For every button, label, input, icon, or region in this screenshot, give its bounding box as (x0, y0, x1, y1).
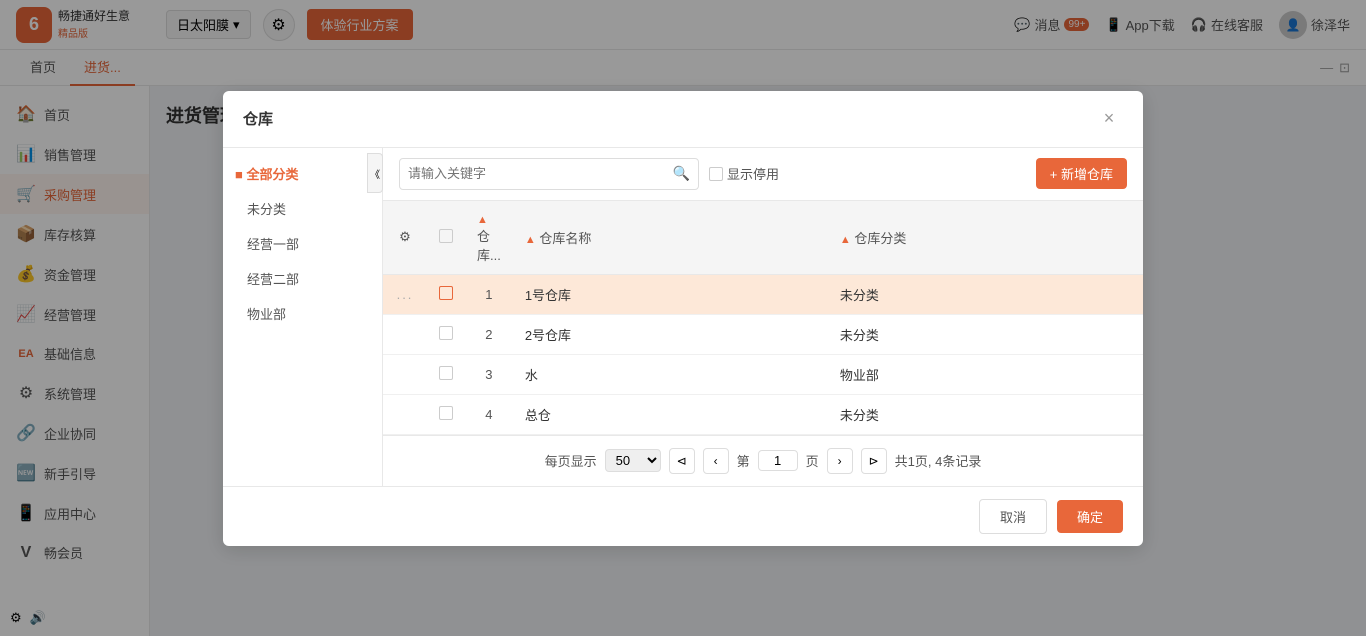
modal-overlay: 仓库 × ■ 全部分类 《 未分类 经营一部 经营二部 物业部 (0, 0, 1366, 636)
row-checkbox[interactable] (439, 326, 453, 340)
search-input[interactable] (408, 166, 673, 181)
table-row[interactable]: ... 1 1号仓库 未分类 (383, 274, 1143, 314)
data-table: ⚙ ▲ 仓库... ▲ 仓库名称 (383, 201, 1143, 435)
category-property[interactable]: 物业部 (223, 296, 382, 331)
row-checkbox[interactable] (439, 366, 453, 380)
category-unclassified[interactable]: 未分类 (223, 191, 382, 226)
row-category: 物业部 (828, 354, 1143, 394)
row-checkbox[interactable] (439, 286, 453, 300)
category-panel-inner: ■ 全部分类 《 (223, 156, 382, 191)
row-gear (383, 354, 427, 394)
modal-title: 仓库 (243, 108, 273, 129)
show-disabled-checkbox[interactable] (709, 167, 723, 181)
col-name: ▲ 仓库名称 (513, 201, 828, 275)
row-num: 2 (465, 314, 513, 354)
table-row[interactable]: 2 2号仓库 未分类 (383, 314, 1143, 354)
col-check (427, 201, 465, 275)
prev-page-button[interactable]: ‹ (703, 448, 729, 474)
row-checkbox-cell (427, 314, 465, 354)
table-body: ... 1 1号仓库 未分类 2 2号仓库 未分类 3 水 物业部 (383, 274, 1143, 434)
new-warehouse-button[interactable]: + 新增仓库 (1036, 158, 1127, 189)
col-gear: ⚙ (383, 201, 427, 275)
sort-icon-code: ▲ (477, 214, 488, 226)
show-disabled-text: 显示停用 (727, 164, 779, 183)
row-checkbox-cell (427, 354, 465, 394)
per-page-label: 每页显示 (545, 451, 597, 470)
row-name: 1号仓库 (513, 274, 828, 314)
first-page-button[interactable]: ⊲ (669, 448, 695, 474)
last-page-button[interactable]: ⊳ (861, 448, 887, 474)
table-row[interactable]: 4 总仓 未分类 (383, 394, 1143, 434)
sort-icon-category: ▲ (840, 234, 851, 246)
row-gear (383, 394, 427, 434)
all-category-label: ■ 全部分类 (235, 164, 298, 183)
row-name: 水 (513, 354, 828, 394)
all-categories[interactable]: ■ 全部分类 (223, 156, 382, 191)
modal-close-button[interactable]: × (1095, 105, 1123, 133)
category-ops2[interactable]: 经营二部 (223, 261, 382, 296)
row-actions-icon[interactable]: ... (397, 287, 414, 302)
row-category: 未分类 (828, 394, 1143, 434)
category-ops1[interactable]: 经营一部 (223, 226, 382, 261)
table-panel: 🔍 显示停用 + 新增仓库 ⚙ (383, 148, 1143, 486)
total-info: 共1页, 4条记录 (895, 451, 982, 470)
table-toolbar: 🔍 显示停用 + 新增仓库 (383, 148, 1143, 201)
row-category: 未分类 (828, 314, 1143, 354)
warehouse-table: ⚙ ▲ 仓库... ▲ 仓库名称 (383, 201, 1143, 435)
search-box: 🔍 (399, 158, 699, 190)
row-gear (383, 314, 427, 354)
cancel-button[interactable]: 取消 (979, 499, 1047, 534)
col-category: ▲ 仓库分类 (828, 201, 1143, 275)
modal-footer: 取消 确定 (223, 486, 1143, 546)
row-category: 未分类 (828, 274, 1143, 314)
row-checkbox-cell (427, 394, 465, 434)
pagination: 每页显示 50 20 100 ⊲ ‹ 第 页 › ⊳ 共1页, 4条记录 (383, 435, 1143, 486)
row-num: 4 (465, 394, 513, 434)
search-icon[interactable]: 🔍 (673, 165, 690, 182)
row-name: 2号仓库 (513, 314, 828, 354)
table-header-row: ⚙ ▲ 仓库... ▲ 仓库名称 (383, 201, 1143, 275)
row-checkbox[interactable] (439, 406, 453, 420)
sort-icon-name: ▲ (525, 234, 536, 246)
table-row[interactable]: 3 水 物业部 (383, 354, 1143, 394)
row-num: 3 (465, 354, 513, 394)
per-page-select[interactable]: 50 20 100 (605, 449, 661, 472)
select-all-checkbox[interactable] (439, 229, 453, 243)
confirm-button[interactable]: 确定 (1057, 500, 1123, 533)
row-checkbox-cell (427, 274, 465, 314)
row-gear: ... (383, 274, 427, 314)
page-number-input[interactable] (758, 450, 798, 471)
col-code: ▲ 仓库... (465, 201, 513, 275)
category-panel: ■ 全部分类 《 未分类 经营一部 经营二部 物业部 (223, 148, 383, 486)
table-head: ⚙ ▲ 仓库... ▲ 仓库名称 (383, 201, 1143, 275)
row-num: 1 (465, 274, 513, 314)
modal-header: 仓库 × (223, 91, 1143, 148)
show-disabled-label[interactable]: 显示停用 (709, 164, 779, 183)
collapse-panel-button[interactable]: 《 (367, 153, 383, 193)
modal-body: ■ 全部分类 《 未分类 经营一部 经营二部 物业部 🔍 (223, 148, 1143, 486)
warehouse-modal: 仓库 × ■ 全部分类 《 未分类 经营一部 经营二部 物业部 (223, 91, 1143, 546)
row-name: 总仓 (513, 394, 828, 434)
page-label: 第 (737, 451, 750, 470)
page-unit: 页 (806, 451, 819, 470)
next-page-button[interactable]: › (827, 448, 853, 474)
